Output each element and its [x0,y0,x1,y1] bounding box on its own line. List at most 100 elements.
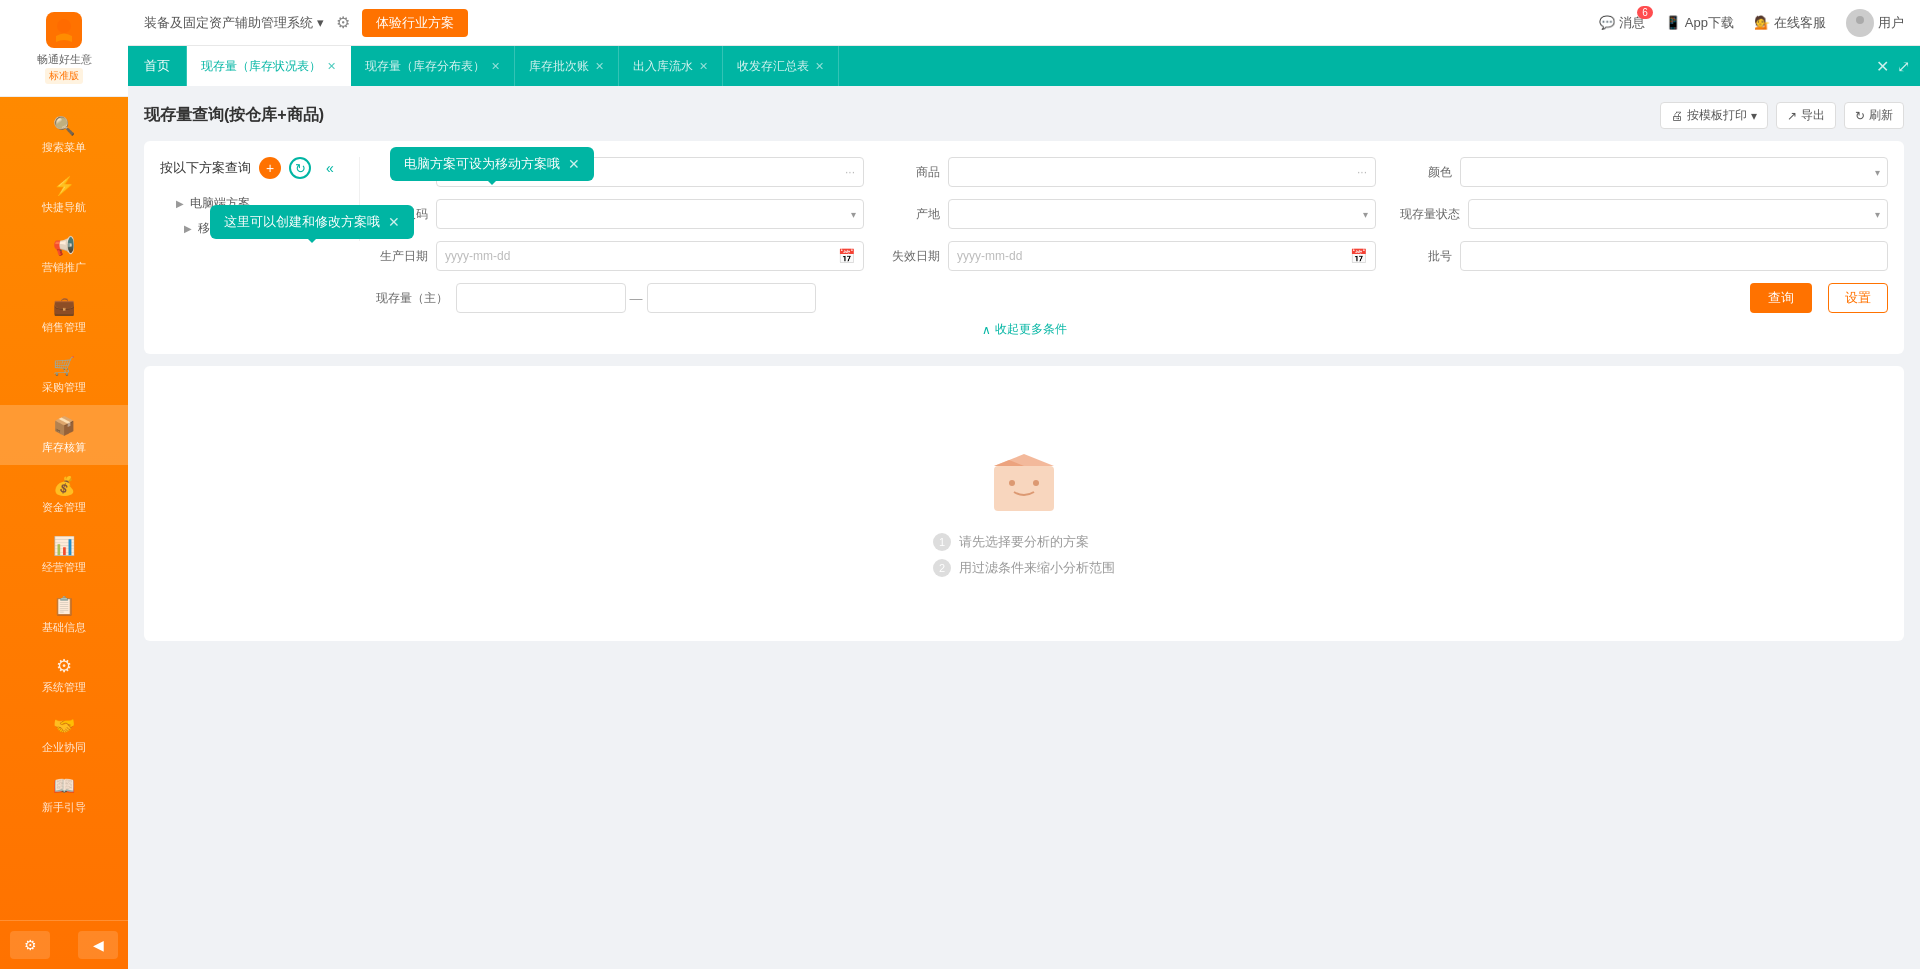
tab-close-all-btn[interactable]: ✕ [1876,57,1889,76]
page-title-row: 现存量查询(按仓库+商品) 🖨 按模板打印 ▾ ↗ 导出 ↻ 刷新 [144,102,1904,129]
tab-inventory-status[interactable]: 现存量（库存状况表） ✕ [187,46,351,86]
notification-badge: 6 [1637,6,1653,19]
search-button[interactable]: 查询 [1750,283,1812,313]
print-icon: 🖨 [1671,109,1683,123]
tab-home-label: 首页 [144,57,170,75]
collapse-filter-button[interactable]: ∧ 收起更多条件 [160,313,1888,338]
sidebar-item-label-search: 搜索菜单 [42,140,86,155]
online-support-item[interactable]: 💁 在线客服 [1754,14,1826,32]
add-tooltip-close-btn[interactable]: ✕ [568,156,580,172]
logo-badge: 标准版 [45,68,83,84]
tab-inventory-status-close[interactable]: ✕ [327,60,336,73]
batch-input[interactable] [1460,241,1888,271]
sidebar-item-management[interactable]: 📊 经营管理 [0,525,128,585]
tab-bar: 首页 现存量（库存状况表） ✕ 现存量（库存分布表） ✕ 库存批次账 ✕ 出入库… [128,46,1920,86]
sidebar-item-label-marketing: 营销推广 [42,260,86,275]
tab-summary[interactable]: 收发存汇总表 ✕ [723,46,839,86]
add-icon: + [266,160,274,176]
sidebar-item-label-inventory: 库存核算 [42,440,86,455]
print-template-button[interactable]: 🖨 按模板打印 ▾ [1660,102,1768,129]
system-name-text: 装备及固定资产辅助管理系统 [144,14,313,32]
sidebar-item-enterprise[interactable]: 🤝 企业协同 [0,705,128,765]
goods-label: 商品 [888,164,940,181]
system-name-dropdown[interactable]: 装备及固定资产辅助管理系统 ▾ [144,14,324,32]
trial-industry-button[interactable]: 体验行业方案 [362,9,468,37]
sidebar-item-marketing[interactable]: 📢 营销推广 [0,225,128,285]
quantity-min-input[interactable] [456,283,626,313]
export-button[interactable]: ↗ 导出 [1776,102,1836,129]
sidebar-item-purchase[interactable]: 🛒 采购管理 [0,345,128,405]
refresh-icon: ↻ [1855,109,1865,123]
page-title-actions: 🖨 按模板打印 ▾ ↗ 导出 ↻ 刷新 [1660,102,1904,129]
filter-header-row: 按以下方案查询 + ↻ « [160,157,343,179]
tab-home[interactable]: 首页 [128,46,187,86]
tab-batch-ledger-close[interactable]: ✕ [595,60,604,73]
tab-summary-close[interactable]: ✕ [815,60,824,73]
produce-date-input[interactable]: yyyy-mm-dd 📅 [436,241,864,271]
sidebar-item-quicknav[interactable]: ⚡ 快捷导航 [0,165,128,225]
notification-item[interactable]: 💬 消息 6 [1599,14,1645,32]
marketing-icon: 📢 [53,235,75,257]
page-title-text: 现存量查询(按仓库+商品) [144,105,324,126]
status-select[interactable] [1468,199,1888,229]
sidebar-item-system[interactable]: ⚙ 系统管理 [0,645,128,705]
refresh-button[interactable]: ↻ 刷新 [1844,102,1904,129]
warehouse-dots[interactable]: ··· [845,165,855,179]
origin-select-wrapper: ▾ [948,199,1376,229]
sidebar-item-search[interactable]: 🔍 搜索菜单 [0,105,128,165]
expire-date-calendar-icon[interactable]: 📅 [1350,248,1367,264]
goods-select[interactable]: ··· [948,157,1376,187]
sidebar: 畅通好生意 标准版 🔍 搜索菜单 ⚡ 快捷导航 📢 营销推广 💼 销售管理 🛒 … [0,0,128,969]
add-scheme-tooltip: 电脑方案可设为移动方案哦 ✕ [390,147,594,181]
empty-steps: 1 请先选择要分析的方案 2 用过滤条件来缩小分析范围 [933,529,1115,581]
filter-refresh-button[interactable]: ↻ [289,157,311,179]
tab-batch-ledger[interactable]: 库存批次账 ✕ [515,46,619,86]
system-name-chevron: ▾ [317,15,324,30]
back-icon: « [326,160,334,176]
sidebar-settings-btn[interactable]: ⚙ [10,931,50,959]
header-settings-icon[interactable]: ⚙ [336,13,350,32]
app-download-item[interactable]: 📱 App下载 [1665,14,1734,32]
filter-add-button[interactable]: + [259,157,281,179]
tab-inventory-distribution[interactable]: 现存量（库存分布表） ✕ [351,46,515,86]
svg-point-0 [57,19,71,33]
management-icon: 📊 [53,535,75,557]
expire-date-input[interactable]: yyyy-mm-dd 📅 [948,241,1376,271]
notification-icon: 💬 [1599,15,1615,30]
sidebar-item-sales[interactable]: 💼 销售管理 [0,285,128,345]
goods-dots[interactable]: ··· [1357,165,1367,179]
app-download-icon: 📱 [1665,15,1681,30]
filter-field-status: 现存量状态 ▾ [1400,199,1888,229]
sidebar-collapse-btn[interactable]: ◀ [78,931,118,959]
tab-flow[interactable]: 出入库流水 ✕ [619,46,723,86]
add-tooltip-text: 电脑方案可设为移动方案哦 [404,155,560,173]
expire-date-label: 失效日期 [888,248,940,265]
header-right: 💬 消息 6 📱 App下载 💁 在线客服 用户 [1599,9,1904,37]
user-item[interactable]: 用户 [1846,9,1904,37]
scheme-arrow-mobile: ▶ [184,223,192,234]
sidebar-item-basic[interactable]: 📋 基础信息 [0,585,128,645]
origin-label: 产地 [888,206,940,223]
produce-date-calendar-icon[interactable]: 📅 [838,248,855,264]
logo-text: 畅通好生意 [37,52,92,66]
size-select[interactable] [436,199,864,229]
sidebar-item-finance[interactable]: 💰 资金管理 [0,465,128,525]
tab-inventory-distribution-label: 现存量（库存分布表） [365,58,485,75]
edit-tooltip-text: 这里可以创建和修改方案哦 [224,213,380,231]
tab-expand-btn[interactable]: ⤢ [1897,57,1910,76]
quantity-max-input[interactable] [647,283,817,313]
sidebar-item-guide[interactable]: 📖 新手引导 [0,765,128,825]
origin-select[interactable] [948,199,1376,229]
filter-back-button[interactable]: « [319,157,341,179]
color-select[interactable] [1460,157,1888,187]
reset-button[interactable]: 设置 [1828,283,1888,313]
filter-field-origin: 产地 ▾ [888,199,1376,229]
tab-inventory-distribution-close[interactable]: ✕ [491,60,500,73]
svg-point-1 [1856,16,1864,24]
filter-panel: 按以下方案查询 + ↻ « ▶ [144,141,1904,354]
step-2-num: 2 [933,559,951,577]
sidebar-item-inventory[interactable]: 📦 库存核算 [0,405,128,465]
tab-flow-close[interactable]: ✕ [699,60,708,73]
online-support-icon: 💁 [1754,15,1770,30]
edit-tooltip-close-btn[interactable]: ✕ [388,214,400,230]
